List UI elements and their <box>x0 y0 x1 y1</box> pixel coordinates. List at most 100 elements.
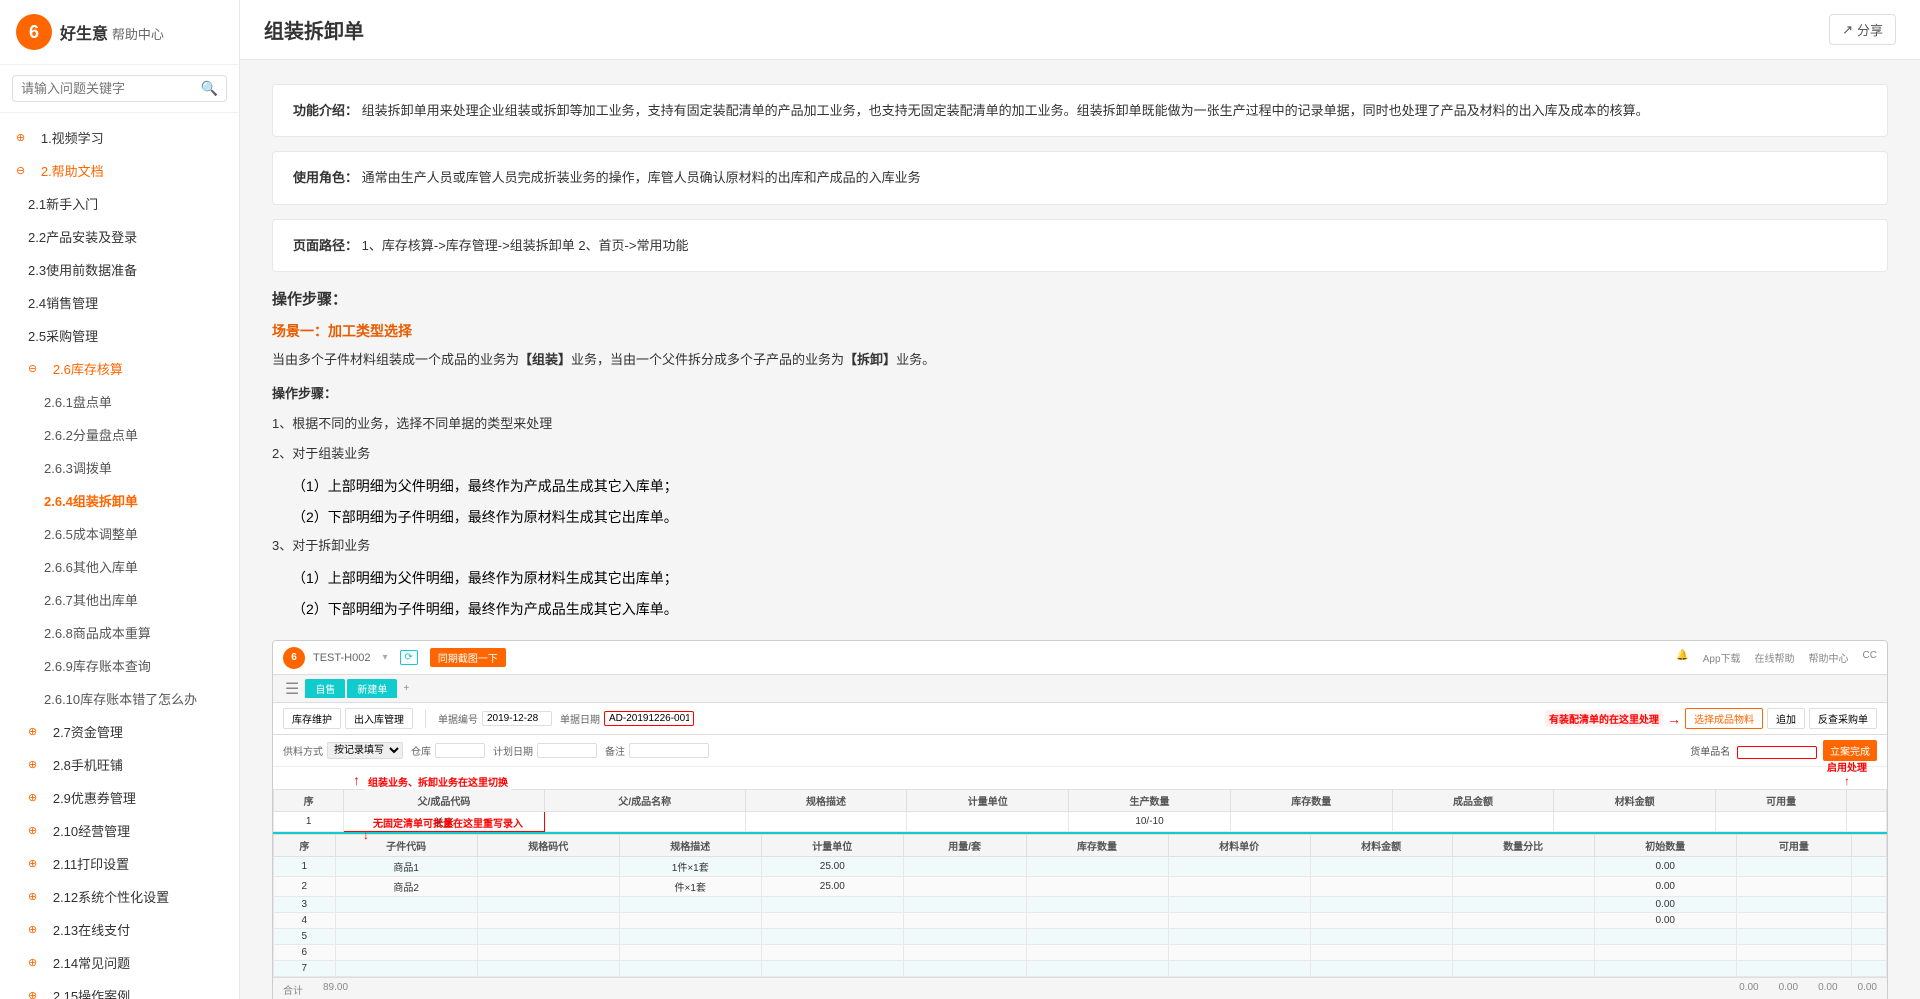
sidebar-item-inbound[interactable]: 2.6.6其他入库单 <box>0 550 239 583</box>
sidebar-item-assembly[interactable]: 2.6.4组装拆卸单 <box>0 484 239 517</box>
search-input[interactable] <box>21 81 201 96</box>
scene1-desc: 当由多个子件材料组装成一个成品的业务为【组装】业务，当由一个父件拆分成多个子产品… <box>272 347 1888 373</box>
nav-label: 2.7资金管理 <box>53 722 123 741</box>
sidebar-item-stocktake[interactable]: 2.6.1盘点单 <box>0 385 239 418</box>
nav-label: 2.6.3调拨单 <box>44 458 112 477</box>
topbar: 组装拆卸单 ↗ 分享 <box>240 0 1920 60</box>
sidebar-item-payment[interactable]: ⊕ 2.13在线支付 <box>0 913 239 946</box>
sidebar-item-new[interactable]: 2.1新手入门 <box>0 187 239 220</box>
sc-refresh-btn[interactable]: ⟳ <box>400 650 418 665</box>
sidebar-item-print[interactable]: ⊕ 2.11打印设置 <box>0 847 239 880</box>
sidebar-item-cost[interactable]: 2.6.5成本调整单 <box>0 517 239 550</box>
step3-sub2: （2）下部明细为子件明细，最终作为产成品生成其它入库单。 <box>292 594 1888 625</box>
sc-form-fields: 单据编号 单据日期 <box>438 711 1539 726</box>
sc-subtable-row: 2商品2件×1套25.000.00 <box>274 877 1887 897</box>
main-area: 组装拆卸单 ↗ 分享 功能介绍： 组装拆卸单用来处理企业组装或拆卸等加工业务，支… <box>240 0 1920 999</box>
sidebar-item-costrecalc[interactable]: 2.6.8商品成本重算 <box>0 616 239 649</box>
nav-label: 2.6.10库存账本错了怎么办 <box>44 689 197 708</box>
path-block: 页面路径： 1、库存核算->库存管理->组装拆卸单 2、首页->常用功能 <box>272 219 1888 272</box>
sidebar-item-division[interactable]: 2.6.2分量盘点单 <box>0 418 239 451</box>
sc-btn-inventory[interactable]: 库存维护 <box>283 708 341 729</box>
nav-label: 2.6.2分量盘点单 <box>44 425 138 444</box>
sidebar-item-adjust[interactable]: 2.6.3调拨单 <box>0 451 239 484</box>
step2-sub1: （1）上部明细为父件明细，最终作为产成品生成其它入库单； <box>292 471 1888 502</box>
share-button[interactable]: ↗ 分享 <box>1829 14 1896 45</box>
role-label: 使用角色： <box>293 170 358 185</box>
nav-label: 2.9优惠券管理 <box>53 788 136 807</box>
sc-subtable: 序 子件代码 规格码代 规格描述 计量单位 用量/套 库存数量 材料单价 材料金… <box>273 832 1887 977</box>
search-box[interactable]: 🔍 <box>12 75 227 102</box>
sc-table-section: 序 父/成品代码 父/成品名称 规格描述 计量单位 生产数量 库存数量 成品金额… <box>273 767 1887 999</box>
search-icon[interactable]: 🔍 <box>201 80 218 97</box>
nav-label: 2.6.8商品成本重算 <box>44 623 151 642</box>
sidebar-item-mobile[interactable]: ⊕ 2.8手机旺铺 <box>0 748 239 781</box>
nav-label: 2.11打印设置 <box>53 854 129 873</box>
brand-name: 好生意 <box>60 26 108 43</box>
sc-toolbar-left: 库存维护 出入库管理 <box>283 708 413 729</box>
sidebar-item-finance[interactable]: ⊕ 2.7资金管理 <box>0 715 239 748</box>
sidebar-item-error[interactable]: 2.6.10库存账本错了怎么办 <box>0 682 239 715</box>
sc-btn-append[interactable]: 追加 <box>1767 708 1805 729</box>
sidebar-item-case[interactable]: ⊕ 2.15操作案例 <box>0 979 239 999</box>
role-block: 使用角色： 通常由生产人员或库管人员完成折装业务的操作，库管人员确认原材料的出库… <box>272 151 1888 204</box>
sidebar-item-inventory[interactable]: ⊖ 2.6库存核算 <box>0 352 239 385</box>
sidebar: 6 好生意 帮助中心 🔍 ⊕ 1.视频学习⊖ 2.帮助文档2.1新手入门2.2产… <box>0 0 240 999</box>
feature-intro-label: 功能介绍： <box>293 103 358 118</box>
nav-label: 2.3使用前数据准备 <box>28 260 137 279</box>
sc-subtable-row: 40.00 <box>274 913 1887 929</box>
sc-input-remark[interactable] <box>629 743 709 758</box>
sidebar-item-faq[interactable]: ⊕ 2.14常见问题 <box>0 946 239 979</box>
ops-steps-label: 操作步骤： <box>272 381 1888 407</box>
path-text: 1、库存核算->库存管理->组装拆卸单 2、首页->常用功能 <box>362 238 689 253</box>
sc-table-header-row: 序 父/成品代码 父/成品名称 规格描述 计量单位 生产数量 库存数量 成品金额… <box>274 790 1887 812</box>
plus-icon: ⊕ <box>28 725 37 738</box>
sidebar-item-install[interactable]: 2.2产品安装及登录 <box>0 220 239 253</box>
plus-icon: ⊕ <box>28 857 37 870</box>
sidebar-item-operation[interactable]: ⊕ 2.10经营管理 <box>0 814 239 847</box>
sc-tab-sell[interactable]: 自售 <box>305 679 345 698</box>
nav-label: 2.10经营管理 <box>53 821 130 840</box>
step2-sub2: （2）下部明细为子件明细，最终作为原材料生成其它出库单。 <box>292 502 1888 533</box>
sidebar-item-video[interactable]: ⊕ 1.视频学习 <box>0 121 239 154</box>
sc-btn-inout[interactable]: 出入库管理 <box>345 708 413 729</box>
sc-input-plandate[interactable] <box>537 743 597 758</box>
sidebar-item-docs[interactable]: ⊖ 2.帮助文档 <box>0 154 239 187</box>
sc-subtable-row: 7 <box>274 961 1887 977</box>
nav-tree: ⊕ 1.视频学习⊖ 2.帮助文档2.1新手入门2.2产品安装及登录 2.3使用前数… <box>0 113 239 999</box>
sidebar-item-sales[interactable]: 2.4销售管理 <box>0 286 239 319</box>
sc-new-btn[interactable]: 同期截图一下 <box>430 648 506 667</box>
sc-tab-add[interactable]: + <box>403 683 409 694</box>
sidebar-item-custom[interactable]: ⊕ 2.12系统个性化设置 <box>0 880 239 913</box>
sc-right-form: 货单品名 启用处理 ↑ 立案完成 <box>1690 740 1877 761</box>
nav-label: 2.13在线支付 <box>53 920 130 939</box>
sc-btn-confirm[interactable]: 立案完成 <box>1823 740 1877 761</box>
sc-nav-tabs: ☰ 自售 新建单 + <box>273 675 1887 703</box>
sc-btn-reverse[interactable]: 反查采购单 <box>1809 708 1877 729</box>
feature-intro-block: 功能介绍： 组装拆卸单用来处理企业组装或拆卸等加工业务，支持有固定装配清单的产品… <box>272 84 1888 137</box>
logo-icon: 6 <box>16 14 52 50</box>
plus-icon: ⊕ <box>28 923 37 936</box>
sc-input-goodsname[interactable] <box>1737 746 1817 759</box>
sidebar-item-purchase[interactable]: 2.5采购管理 <box>0 319 239 352</box>
sc-input-warehouse[interactable] <box>435 743 485 758</box>
sc-sidebar-toggle[interactable]: ☰ <box>281 679 303 699</box>
sc-brand: TEST-H002 <box>313 652 370 664</box>
sc-input-docdate[interactable] <box>604 711 694 726</box>
sc-input-docno[interactable] <box>482 711 552 726</box>
nav-label: 2.12系统个性化设置 <box>53 887 169 906</box>
sc-field-warehouse: 仓库 <box>411 743 485 758</box>
nav-label: 2.6.1盘点单 <box>44 392 112 411</box>
sc-select-supply[interactable]: 按记录填写 <box>327 742 403 759</box>
sc-tab-new[interactable]: 新建单 <box>347 679 397 698</box>
plus-icon: ⊕ <box>28 758 37 771</box>
step2-subs: （1）上部明细为父件明细，最终作为产成品生成其它入库单； （2）下部明细为子件明… <box>272 471 1888 533</box>
plus-icon: ⊕ <box>28 956 37 969</box>
sidebar-item-data[interactable]: 2.3使用前数据准备 <box>0 253 239 286</box>
sidebar-item-coupon[interactable]: ⊕ 2.9优惠券管理 <box>0 781 239 814</box>
sidebar-item-ledger[interactable]: 2.6.9库存账本查询 <box>0 649 239 682</box>
sc-btn-bom[interactable]: 选择成品物料 <box>1685 708 1763 729</box>
sc-right-icons: 🔔 App下载 在线帮助 帮助中心 CC <box>1676 650 1877 665</box>
ops-title: 操作步骤： <box>272 288 1888 309</box>
logo-area: 6 好生意 帮助中心 <box>0 0 239 65</box>
sidebar-item-outbound[interactable]: 2.6.7其他出库单 <box>0 583 239 616</box>
